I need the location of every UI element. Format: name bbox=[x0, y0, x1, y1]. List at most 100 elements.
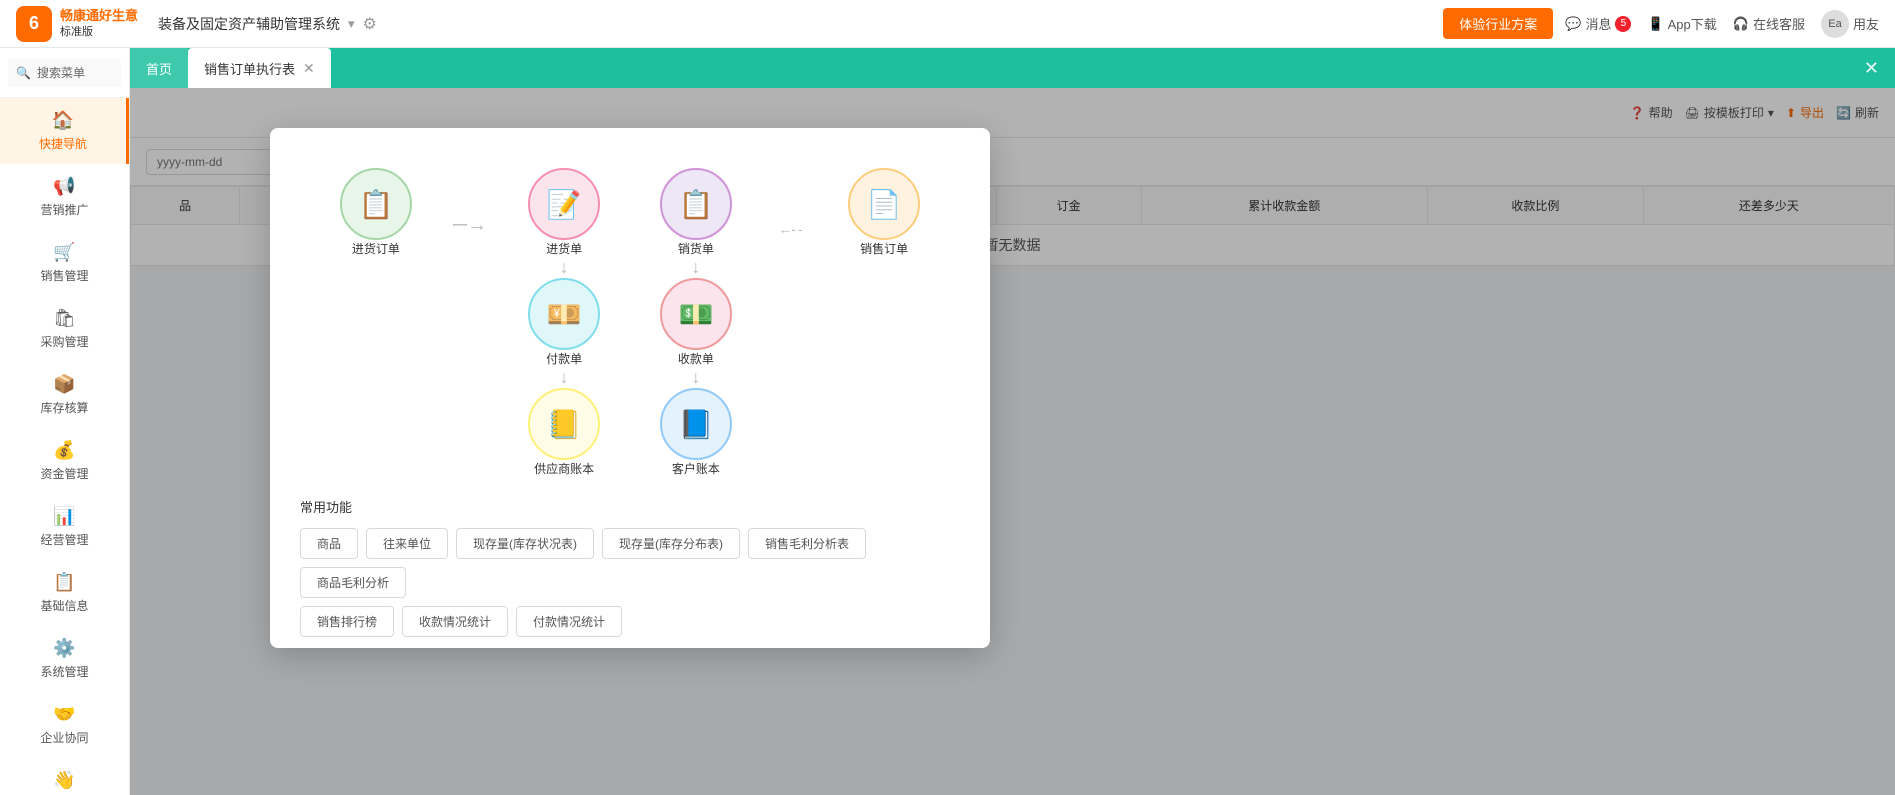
finance-icon: 💰 bbox=[53, 440, 75, 461]
sidebar-item-sales[interactable]: 🛒 销售管理 bbox=[0, 230, 129, 296]
sidebar-item-inventory[interactable]: 📦 库存核算 bbox=[0, 362, 129, 428]
main-area: 🔍 搜索菜单 🏠 快捷导航 📢 营销推广 🛒 销售管理 🛍 采购管理 bbox=[0, 48, 1895, 795]
func-buttons-row1: 商品 往来单位 现存量(库存状况表) 现存量(库存分布表) 销售毛利分析表 商品… bbox=[300, 528, 960, 598]
settings-icon[interactable]: ⚙ bbox=[363, 14, 377, 34]
basic-info-icon: 📋 bbox=[53, 572, 75, 593]
app-download-btn[interactable]: 📱 App下载 bbox=[1647, 14, 1716, 33]
arrow-receipt-down: ↓ bbox=[691, 367, 700, 388]
sidebar: 🔍 搜索菜单 🏠 快捷导航 📢 营销推广 🛒 销售管理 🛍 采购管理 bbox=[0, 48, 130, 795]
logo-sub: 标准版 bbox=[60, 25, 138, 39]
sales-bill-node: 📋 销货单 bbox=[630, 168, 762, 257]
customer-ledger-label: 客户账本 bbox=[672, 460, 720, 477]
dropdown-icon[interactable]: ▾ bbox=[348, 16, 355, 32]
func-btn-gross-analysis[interactable]: 销售毛利分析表 bbox=[748, 528, 866, 559]
purchase-bill-icon: 📝 bbox=[528, 168, 600, 240]
system-name: 装备及固定资产辅助管理系统 bbox=[158, 14, 340, 34]
system-title: 装备及固定资产辅助管理系统 ▾ ⚙ bbox=[158, 14, 1431, 34]
common-functions-title: 常用功能 bbox=[300, 497, 960, 516]
sales-order-node: 📄 销售订单 bbox=[818, 168, 950, 257]
enterprise-icon: 🤝 bbox=[53, 704, 75, 725]
sidebar-item-label: 企业协同 bbox=[40, 729, 88, 746]
sidebar-item-label: 营销推广 bbox=[40, 201, 88, 218]
page-content: ❓ 帮助 🖨 按模板打印 ▾ ⬆ 导出 🔄 bbox=[130, 88, 1895, 795]
func-btn-partners[interactable]: 往来单位 bbox=[366, 528, 448, 559]
purchase-order-label: 进货订单 bbox=[352, 240, 400, 257]
app-download-label: App下载 bbox=[1668, 14, 1717, 33]
func-btn-product[interactable]: 商品 bbox=[300, 528, 358, 559]
func-btn-stock-dist[interactable]: 现存量(库存分布表) bbox=[602, 528, 740, 559]
sidebar-item-label: 资金管理 bbox=[40, 465, 88, 482]
tab-sales-order-label: 销售订单执行表 bbox=[204, 59, 295, 78]
payment-bill-icon: 💴 bbox=[528, 278, 600, 350]
sales-order-icon: 📄 bbox=[848, 168, 920, 240]
sidebar-item-system[interactable]: ⚙️ 系统管理 bbox=[0, 626, 129, 692]
top-bar: 6 畅康通好生意 标准版 装备及固定资产辅助管理系统 ▾ ⚙ 体验行业方案 💬 … bbox=[0, 0, 1895, 48]
service-icon: 🎧 bbox=[1733, 16, 1749, 32]
customer-ledger-icon: 📘 bbox=[660, 388, 732, 460]
arrow-payment-down: ↓ bbox=[560, 367, 569, 388]
close-all-tabs-icon[interactable]: ✕ bbox=[1848, 58, 1895, 79]
search-menu-btn[interactable]: 🔍 搜索菜单 bbox=[8, 58, 121, 87]
marketing-icon: 📢 bbox=[53, 176, 75, 197]
search-menu-label: 搜索菜单 bbox=[37, 64, 85, 81]
sales-order-label: 销售订单 bbox=[860, 240, 908, 257]
supplier-ledger-node: 📒 供应商账本 bbox=[498, 388, 630, 477]
sidebar-item-marketing[interactable]: 📢 营销推广 bbox=[0, 164, 129, 230]
sales-bill-icon: 📋 bbox=[660, 168, 732, 240]
sidebar-item-basic-info[interactable]: 📋 基础信息 bbox=[0, 560, 129, 626]
tab-home[interactable]: 首页 bbox=[130, 48, 188, 88]
payment-bill-label: 付款单 bbox=[546, 350, 582, 367]
sidebar-item-label: 基础信息 bbox=[40, 597, 88, 614]
receipt-bill-icon: 💵 bbox=[660, 278, 732, 350]
user-name: 用友 bbox=[1853, 14, 1879, 33]
sidebar-item-label: 销售管理 bbox=[40, 267, 88, 284]
sidebar-item-operations[interactable]: 📊 经营管理 bbox=[0, 494, 129, 560]
arrow-purchase-order-to-bill: ─→ bbox=[442, 214, 498, 257]
sidebar-item-newbie[interactable]: 👋 新手引导 bbox=[0, 758, 129, 795]
modal-box: 📋 进货订单 ─→ 📝 进货单 bbox=[270, 128, 990, 648]
sidebar-item-label: 经营管理 bbox=[40, 531, 88, 548]
message-badge: 5 bbox=[1615, 16, 1631, 32]
online-service-label: 在线客服 bbox=[1753, 14, 1805, 33]
tab-close-icon[interactable]: ✕ bbox=[303, 60, 315, 77]
func-btn-stock-status[interactable]: 现存量(库存状况表) bbox=[456, 528, 594, 559]
trial-button[interactable]: 体验行业方案 bbox=[1443, 8, 1553, 39]
supplier-ledger-label: 供应商账本 bbox=[534, 460, 594, 477]
sidebar-item-enterprise[interactable]: 🤝 企业协同 bbox=[0, 692, 129, 758]
sidebar-search[interactable]: 🔍 搜索菜单 bbox=[0, 48, 129, 98]
arrow-sales-bill-down: ↓ bbox=[691, 257, 700, 278]
supplier-ledger-icon: 📒 bbox=[528, 388, 600, 460]
sidebar-item-purchase[interactable]: 🛍 采购管理 bbox=[0, 296, 129, 362]
tab-sales-order[interactable]: 销售订单执行表 ✕ bbox=[188, 48, 331, 88]
receipt-bill-node: 💵 收款单 bbox=[630, 278, 762, 367]
func-btn-product-gross[interactable]: 商品毛利分析 bbox=[300, 567, 406, 598]
flow-section: 📋 进货订单 ─→ 📝 进货单 bbox=[300, 158, 960, 477]
sidebar-item-label: 系统管理 bbox=[40, 663, 88, 680]
user-menu[interactable]: Ea 用友 bbox=[1821, 10, 1879, 38]
app-container: 6 畅康通好生意 标准版 装备及固定资产辅助管理系统 ▾ ⚙ 体验行业方案 💬 … bbox=[0, 0, 1895, 795]
online-service-btn[interactable]: 🎧 在线客服 bbox=[1733, 14, 1805, 33]
func-btn-sales-rank[interactable]: 销售排行榜 bbox=[300, 606, 394, 637]
operations-icon: 📊 bbox=[53, 506, 75, 527]
modal-overlay: 📋 进货订单 ─→ 📝 进货单 bbox=[130, 88, 1895, 795]
message-btn[interactable]: 💬 消息 5 bbox=[1565, 14, 1631, 33]
purchase-icon: 🛍 bbox=[53, 308, 76, 329]
func-btn-receipt-stats[interactable]: 收款情况统计 bbox=[402, 606, 508, 637]
sidebar-item-quick-nav[interactable]: 🏠 快捷导航 bbox=[0, 98, 129, 164]
quick-nav-icon: 🏠 bbox=[52, 110, 74, 131]
tab-bar: 首页 销售订单执行表 ✕ ✕ bbox=[130, 48, 1895, 88]
func-btn-payment-stats[interactable]: 付款情况统计 bbox=[516, 606, 622, 637]
payment-bill-node: 💴 付款单 bbox=[498, 278, 630, 367]
purchase-bill-label: 进货单 bbox=[546, 240, 582, 257]
arrow-sales-order-to-bill: ←- - bbox=[762, 221, 818, 257]
func-buttons-row2: 销售排行榜 收款情况统计 付款情况统计 bbox=[300, 606, 960, 637]
logo-text: 畅康通好生意 标准版 bbox=[60, 8, 138, 39]
system-icon: ⚙️ bbox=[53, 638, 75, 659]
message-label: 消息 bbox=[1585, 14, 1611, 33]
sales-icon: 🛒 bbox=[53, 242, 75, 263]
sidebar-item-label: 采购管理 bbox=[40, 333, 88, 350]
sidebar-item-finance[interactable]: 💰 资金管理 bbox=[0, 428, 129, 494]
top-right-actions: 💬 消息 5 📱 App下载 🎧 在线客服 Ea 用友 bbox=[1565, 10, 1879, 38]
newbie-icon: 👋 bbox=[53, 770, 75, 791]
purchase-order-node: 📋 进货订单 bbox=[310, 168, 442, 257]
